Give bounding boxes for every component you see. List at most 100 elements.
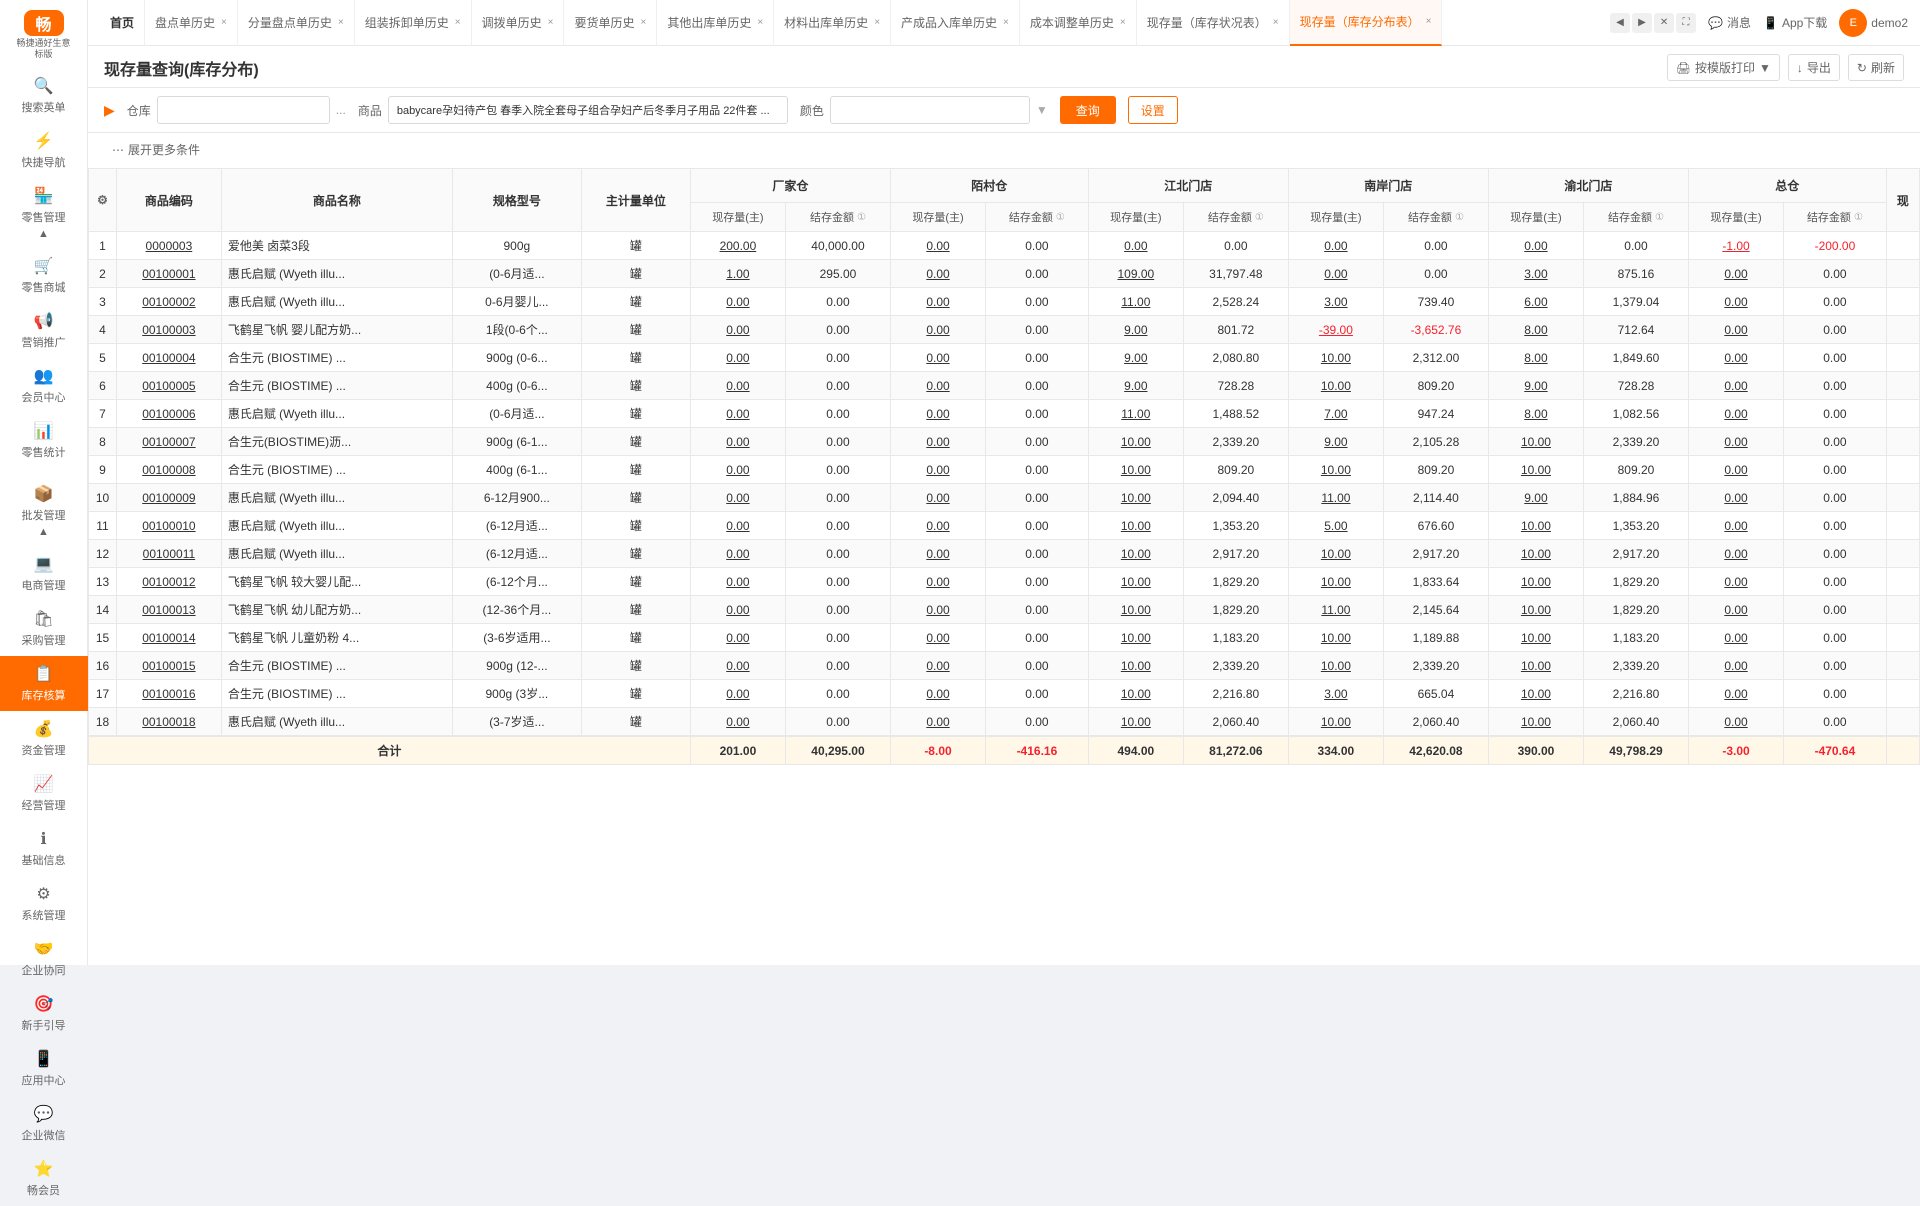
close-inventory-status[interactable]: × xyxy=(1273,17,1279,28)
sidebar-item-quicknav[interactable]: ⚡ 快捷导航 xyxy=(0,123,88,178)
row-code[interactable]: 00100008 xyxy=(117,456,222,484)
color-input[interactable] xyxy=(830,96,1030,124)
tab-split-stocktake[interactable]: 分量盘点单历史 × xyxy=(238,0,355,46)
sidebar-item-search[interactable]: 🔍 搜索英单 xyxy=(0,68,88,123)
row-code[interactable]: 00100007 xyxy=(117,428,222,456)
row-nanan-qty[interactable]: 11.00 xyxy=(1288,596,1383,624)
tab-inventory-distribution[interactable]: 现存量（库存分布表） × xyxy=(1290,0,1443,46)
tab-inventory-status[interactable]: 现存量（库存状况表） × xyxy=(1137,0,1290,46)
row-code[interactable]: 00100004 xyxy=(117,344,222,372)
tab-cost-adjustment[interactable]: 成本调整单历史 × xyxy=(1020,0,1137,46)
row-nanan-qty[interactable]: 0.00 xyxy=(1288,260,1383,288)
filter-expand-arrow[interactable]: ▶ xyxy=(104,102,115,119)
row-mocun-qty[interactable]: 0.00 xyxy=(890,344,985,372)
row-jiangbei-qty[interactable]: 109.00 xyxy=(1088,260,1183,288)
row-mocun-qty[interactable]: 0.00 xyxy=(890,596,985,624)
search-button[interactable]: 查询 xyxy=(1060,96,1116,124)
row-jiangbei-qty[interactable]: 10.00 xyxy=(1088,708,1183,737)
row-jiangbei-qty[interactable]: 10.00 xyxy=(1088,428,1183,456)
row-jiangbei-qty[interactable]: 10.00 xyxy=(1088,652,1183,680)
row-nanan-qty[interactable]: 3.00 xyxy=(1288,288,1383,316)
row-factory-qty[interactable]: 0.00 xyxy=(690,400,785,428)
sidebar-item-operations[interactable]: 📈 经营管理 xyxy=(0,766,88,821)
expand-tabs[interactable]: ⛶ xyxy=(1676,13,1696,33)
row-nanan-qty[interactable]: 9.00 xyxy=(1288,428,1383,456)
row-factory-qty[interactable]: 0.00 xyxy=(690,708,785,737)
tab-material-outbound[interactable]: 材料出库单历史 × xyxy=(774,0,891,46)
row-yubei-qty[interactable]: 9.00 xyxy=(1488,372,1583,400)
row-total-qty[interactable]: 0.00 xyxy=(1688,568,1783,596)
row-code[interactable]: 0000003 xyxy=(117,232,222,260)
row-factory-qty[interactable]: 0.00 xyxy=(690,540,785,568)
row-nanan-qty[interactable]: 10.00 xyxy=(1288,372,1383,400)
tab-transfer-history[interactable]: 调拨单历史 × xyxy=(472,0,565,46)
row-yubei-qty[interactable]: 10.00 xyxy=(1488,540,1583,568)
row-yubei-qty[interactable]: 10.00 xyxy=(1488,652,1583,680)
row-factory-qty[interactable]: 0.00 xyxy=(690,652,785,680)
sidebar-item-retail-stats[interactable]: 📊 零售统计 xyxy=(0,413,88,468)
yubei-amt-info-icon[interactable]: ① xyxy=(1655,212,1664,223)
export-button[interactable]: ↓ 导出 xyxy=(1788,54,1840,81)
sidebar-item-newbie[interactable]: 🎯 新手引导 xyxy=(0,986,88,1041)
row-nanan-qty[interactable]: 3.00 xyxy=(1288,680,1383,708)
row-yubei-qty[interactable]: 10.00 xyxy=(1488,456,1583,484)
message-btn[interactable]: 💬 消息 xyxy=(1708,14,1751,31)
tab-other-outbound[interactable]: 其他出库单历史 × xyxy=(657,0,774,46)
row-yubei-qty[interactable]: 10.00 xyxy=(1488,428,1583,456)
sidebar-item-finance[interactable]: 💰 资金管理 xyxy=(0,711,88,766)
row-factory-qty[interactable]: 0.00 xyxy=(690,568,785,596)
row-yubei-qty[interactable]: 10.00 xyxy=(1488,596,1583,624)
sidebar-item-enterprise-wechat[interactable]: 💬 企业微信 xyxy=(0,1096,88,1151)
row-factory-qty[interactable]: 0.00 xyxy=(690,288,785,316)
row-yubei-qty[interactable]: 10.00 xyxy=(1488,512,1583,540)
row-mocun-qty[interactable]: 0.00 xyxy=(890,624,985,652)
row-nanan-qty[interactable]: 5.00 xyxy=(1288,512,1383,540)
row-jiangbei-qty[interactable]: 11.00 xyxy=(1088,288,1183,316)
close-cost-adjustment[interactable]: × xyxy=(1120,17,1126,28)
close-inventory-distribution[interactable]: × xyxy=(1426,16,1432,27)
row-code[interactable]: 00100014 xyxy=(117,624,222,652)
row-factory-qty[interactable]: 0.00 xyxy=(690,344,785,372)
sidebar-item-member[interactable]: 👥 会员中心 xyxy=(0,358,88,413)
close-stocktake-history[interactable]: × xyxy=(221,17,227,28)
row-total-qty[interactable]: 0.00 xyxy=(1688,260,1783,288)
row-total-qty[interactable]: 0.00 xyxy=(1688,484,1783,512)
row-total-qty[interactable]: 0.00 xyxy=(1688,680,1783,708)
row-nanan-qty[interactable]: 11.00 xyxy=(1288,484,1383,512)
row-nanan-qty[interactable]: 10.00 xyxy=(1288,456,1383,484)
row-code[interactable]: 00100013 xyxy=(117,596,222,624)
row-mocun-qty[interactable]: 0.00 xyxy=(890,288,985,316)
expand-more-btn[interactable]: ⋯ 展开更多条件 xyxy=(104,137,208,162)
row-total-qty[interactable]: 0.00 xyxy=(1688,512,1783,540)
row-yubei-qty[interactable]: 10.00 xyxy=(1488,624,1583,652)
factory-amt-info-icon[interactable]: ① xyxy=(857,212,866,223)
row-jiangbei-qty[interactable]: 10.00 xyxy=(1088,456,1183,484)
sidebar-item-marketing[interactable]: 📢 营销推广 xyxy=(0,303,88,358)
row-jiangbei-qty[interactable]: 11.00 xyxy=(1088,400,1183,428)
total-amt-info-icon[interactable]: ① xyxy=(1854,212,1863,223)
row-yubei-qty[interactable]: 10.00 xyxy=(1488,568,1583,596)
row-factory-qty[interactable]: 0.00 xyxy=(690,316,785,344)
next-tab-arrow[interactable]: ▶ xyxy=(1632,13,1652,33)
row-code[interactable]: 00100018 xyxy=(117,708,222,737)
tab-assemble-history[interactable]: 组装拆卸单历史 × xyxy=(355,0,472,46)
color-dropdown-icon[interactable]: ▼ xyxy=(1036,103,1048,117)
sidebar-item-system[interactable]: ⚙ 系统管理 xyxy=(0,876,88,931)
row-factory-qty[interactable]: 0.00 xyxy=(690,484,785,512)
row-jiangbei-qty[interactable]: 10.00 xyxy=(1088,512,1183,540)
row-mocun-qty[interactable]: 0.00 xyxy=(890,540,985,568)
row-factory-qty[interactable]: 0.00 xyxy=(690,428,785,456)
close-material-outbound[interactable]: × xyxy=(874,17,880,28)
row-total-qty[interactable]: 0.00 xyxy=(1688,456,1783,484)
row-jiangbei-qty[interactable]: 10.00 xyxy=(1088,568,1183,596)
row-factory-qty[interactable]: 0.00 xyxy=(690,512,785,540)
row-mocun-qty[interactable]: 0.00 xyxy=(890,372,985,400)
row-nanan-qty[interactable]: 10.00 xyxy=(1288,708,1383,737)
row-code[interactable]: 00100005 xyxy=(117,372,222,400)
row-mocun-qty[interactable]: 0.00 xyxy=(890,568,985,596)
row-yubei-qty[interactable]: 3.00 xyxy=(1488,260,1583,288)
row-yubei-qty[interactable]: 8.00 xyxy=(1488,400,1583,428)
row-factory-qty[interactable]: 0.00 xyxy=(690,372,785,400)
row-total-qty[interactable]: 0.00 xyxy=(1688,344,1783,372)
row-nanan-qty[interactable]: 7.00 xyxy=(1288,400,1383,428)
